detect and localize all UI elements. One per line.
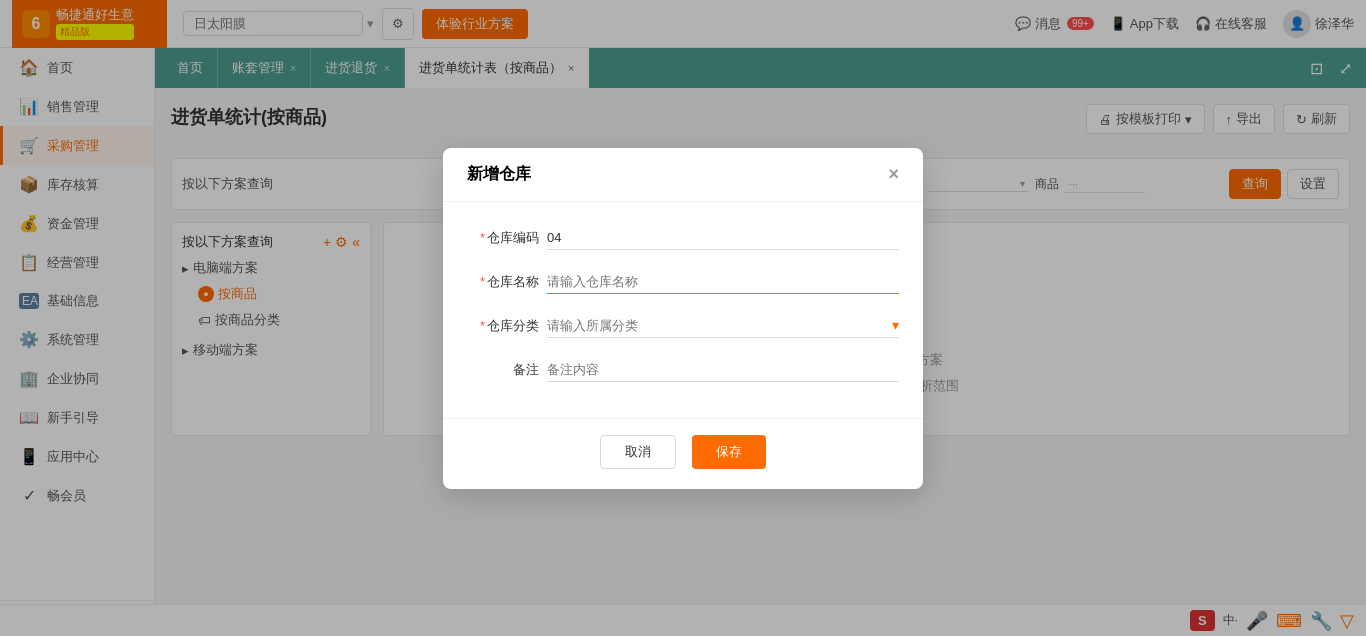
form-row-remark: 备注 <box>467 358 899 382</box>
form-row-code: 仓库编码 <box>467 226 899 250</box>
modal-overlay[interactable]: 新增仓库 × 仓库编码 仓库名称 仓库分类 ▾ <box>0 0 1366 636</box>
modal-header: 新增仓库 × <box>443 148 923 202</box>
category-select[interactable] <box>547 314 892 337</box>
category-chevron-icon[interactable]: ▾ <box>892 317 899 333</box>
modal-body: 仓库编码 仓库名称 仓库分类 ▾ 备注 <box>443 202 923 418</box>
cancel-button[interactable]: 取消 <box>600 435 676 469</box>
remark-label: 备注 <box>467 361 547 379</box>
name-label: 仓库名称 <box>467 273 547 291</box>
category-select-wrapper: ▾ <box>547 314 899 338</box>
form-row-category: 仓库分类 ▾ <box>467 314 899 338</box>
save-button[interactable]: 保存 <box>692 435 766 469</box>
warehouse-code-input[interactable] <box>547 226 899 250</box>
category-label: 仓库分类 <box>467 317 547 335</box>
warehouse-name-input[interactable] <box>547 270 899 294</box>
modal-close-button[interactable]: × <box>888 164 899 185</box>
modal-title: 新增仓库 <box>467 164 531 185</box>
remark-input[interactable] <box>547 358 899 382</box>
code-label: 仓库编码 <box>467 229 547 247</box>
new-warehouse-modal: 新增仓库 × 仓库编码 仓库名称 仓库分类 ▾ <box>443 148 923 489</box>
modal-footer: 取消 保存 <box>443 418 923 489</box>
form-row-name: 仓库名称 <box>467 270 899 294</box>
